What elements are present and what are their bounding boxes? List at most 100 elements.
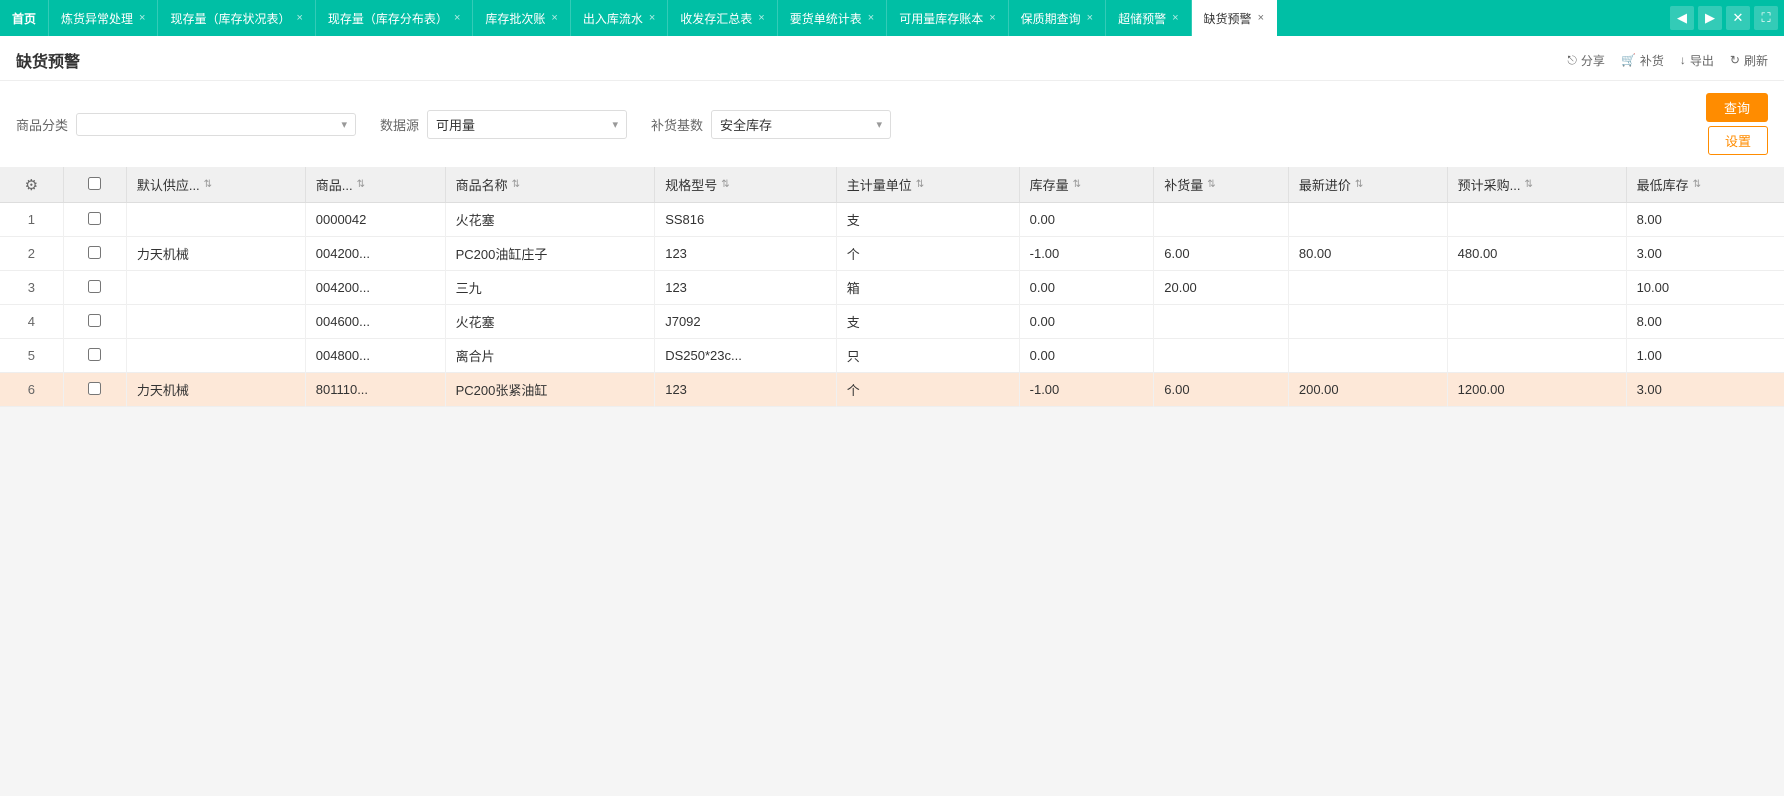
nav-tab-close-icon[interactable]: × (139, 12, 145, 24)
replenish-button[interactable]: 🛒 补货 (1621, 52, 1664, 69)
nav-close-btn[interactable]: ✕ (1726, 6, 1750, 30)
row-checkbox-cell[interactable] (63, 373, 126, 407)
nav-tab-close-icon[interactable]: × (868, 12, 874, 24)
cell-est_purchase: 1200.00 (1447, 373, 1626, 407)
cell-unit: 个 (836, 373, 1019, 407)
cell-min_stock: 3.00 (1626, 373, 1784, 407)
category-select[interactable]: ▾ (76, 113, 356, 136)
row-checkbox[interactable] (88, 280, 101, 293)
cell-product_code: 0000042 (305, 203, 445, 237)
cell-replenish: 20.00 (1154, 271, 1289, 305)
cell-latest_price: 200.00 (1288, 373, 1447, 407)
row-num-cell: 3 (0, 271, 63, 305)
nav-tab-3[interactable]: 库存批次账× (473, 0, 570, 36)
nav-tab-label: 出入库流水 (583, 10, 643, 27)
cell-min_stock: 1.00 (1626, 339, 1784, 373)
cell-est_purchase (1447, 305, 1626, 339)
th-product_code: 商品...⇅ (305, 167, 445, 203)
row-checkbox[interactable] (88, 314, 101, 327)
nav-tab-8[interactable]: 保质期查询× (1009, 0, 1106, 36)
nav-next-btn[interactable]: ▶ (1698, 6, 1722, 30)
nav-tab-4[interactable]: 出入库流水 × (571, 0, 668, 36)
filter-bar: 商品分类 ▾ 数据源 可用量 ▾ 补货基数 安全库存 ▾ 查询 设置 (0, 81, 1784, 167)
cell-spec: DS250*23c... (655, 339, 836, 373)
query-button[interactable]: 查询 (1706, 93, 1768, 122)
cell-product_code: 801110... (305, 373, 445, 407)
th-unit: 主计量单位⇅ (836, 167, 1019, 203)
row-checkbox-cell[interactable] (63, 237, 126, 271)
row-checkbox[interactable] (88, 246, 101, 259)
nav-tab-6[interactable]: 要货单统计表× (778, 0, 887, 36)
sort-icon-est_purchase[interactable]: ⇅ (1524, 179, 1532, 190)
nav-tab-close-icon[interactable]: × (296, 12, 302, 24)
refresh-button[interactable]: ↻ 刷新 (1730, 52, 1768, 69)
nav-tab-close-icon[interactable]: × (989, 12, 995, 24)
cell-min_stock: 8.00 (1626, 305, 1784, 339)
row-num-cell: 5 (0, 339, 63, 373)
cell-product_name: 火花塞 (445, 203, 655, 237)
th-label-replenish: 补货量 (1164, 175, 1203, 194)
category-filter-group: 商品分类 ▾ (16, 113, 356, 136)
nav-tab-10[interactable]: 缺货预警× (1192, 0, 1277, 36)
replenish-basis-select[interactable]: 安全库存 ▾ (711, 110, 891, 139)
cell-stock: 0.00 (1019, 271, 1154, 305)
nav-tab-5[interactable]: 收发存汇总表× (668, 0, 777, 36)
nav-tab-close-icon[interactable]: × (551, 12, 557, 24)
cell-product_name: 离合片 (445, 339, 655, 373)
header-actions: ⎋ 分享 🛒 补货 ↓ 导出 ↻ 刷新 (1567, 52, 1768, 69)
row-checkbox-cell[interactable] (63, 305, 126, 339)
nav-tab-close-icon[interactable]: × (649, 12, 655, 24)
th-label-latest_price: 最新进价 (1299, 175, 1351, 194)
sort-icon-unit[interactable]: ⇅ (916, 179, 924, 190)
share-button[interactable]: ⎋ 分享 (1567, 52, 1605, 69)
cell-replenish (1154, 203, 1289, 237)
row-checkbox[interactable] (88, 348, 101, 361)
nav-tab-7[interactable]: 可用量库存账本× (887, 0, 1008, 36)
row-num-cell: 2 (0, 237, 63, 271)
nav-tab-close-icon[interactable]: × (1258, 12, 1264, 24)
cell-est_purchase (1447, 339, 1626, 373)
select-all-checkbox[interactable] (88, 177, 101, 190)
row-checkbox[interactable] (88, 212, 101, 225)
replenish-basis-chevron-icon: ▾ (877, 118, 883, 131)
nav-tab-1[interactable]: 现存量（库存状况表）× (158, 0, 315, 36)
row-checkbox-cell[interactable] (63, 339, 126, 373)
cell-stock: -1.00 (1019, 237, 1154, 271)
nav-tab-close-icon[interactable]: × (1172, 12, 1178, 24)
cell-spec: J7092 (655, 305, 836, 339)
cell-latest_price (1288, 305, 1447, 339)
nav-tab-home[interactable]: 首页 (0, 0, 49, 36)
nav-tab-0[interactable]: 炼货异常处理× (49, 0, 158, 36)
sort-icon-spec[interactable]: ⇅ (721, 179, 729, 190)
sort-icon-supplier[interactable]: ⇅ (204, 179, 212, 190)
row-checkbox-cell[interactable] (63, 271, 126, 305)
nav-tab-9[interactable]: 超储预警 × (1106, 0, 1191, 36)
nav-tab-close-icon[interactable]: × (454, 12, 460, 24)
table-row: 5004800...离合片DS250*23c...只0.001.00 (0, 339, 1784, 373)
sort-icon-min_stock[interactable]: ⇅ (1693, 179, 1701, 190)
sort-icon-latest_price[interactable]: ⇅ (1355, 179, 1363, 190)
sort-icon-product_code[interactable]: ⇅ (357, 179, 365, 190)
data-table: ⚙默认供应...⇅商品...⇅商品名称⇅规格型号⇅主计量单位⇅库存量⇅补货量⇅最… (0, 167, 1784, 407)
export-button[interactable]: ↓ 导出 (1680, 52, 1714, 69)
nav-tab-close-icon[interactable]: × (1087, 12, 1093, 24)
nav-tab-2[interactable]: 现存量（库存分布表）× (316, 0, 473, 36)
cell-supplier (126, 305, 305, 339)
row-checkbox-cell[interactable] (63, 203, 126, 237)
cell-product_code: 004200... (305, 271, 445, 305)
nav-tab-label: 超储预警 (1118, 10, 1166, 27)
nav-tab-close-icon[interactable]: × (758, 12, 764, 24)
th-label-product_name: 商品名称 (456, 175, 508, 194)
cell-product_name: 三九 (445, 271, 655, 305)
row-checkbox[interactable] (88, 382, 101, 395)
sort-icon-replenish[interactable]: ⇅ (1207, 179, 1215, 190)
gear-icon[interactable]: ⚙ (25, 177, 38, 194)
cell-replenish (1154, 305, 1289, 339)
share-icon: ⎋ (1567, 53, 1577, 68)
nav-maximize-btn[interactable]: ⛶ (1754, 6, 1778, 30)
sort-icon-stock[interactable]: ⇅ (1073, 179, 1081, 190)
datasource-select[interactable]: 可用量 ▾ (427, 110, 627, 139)
sort-icon-product_name[interactable]: ⇅ (512, 179, 520, 190)
settings-button[interactable]: 设置 (1708, 126, 1768, 155)
nav-prev-btn[interactable]: ◀ (1670, 6, 1694, 30)
